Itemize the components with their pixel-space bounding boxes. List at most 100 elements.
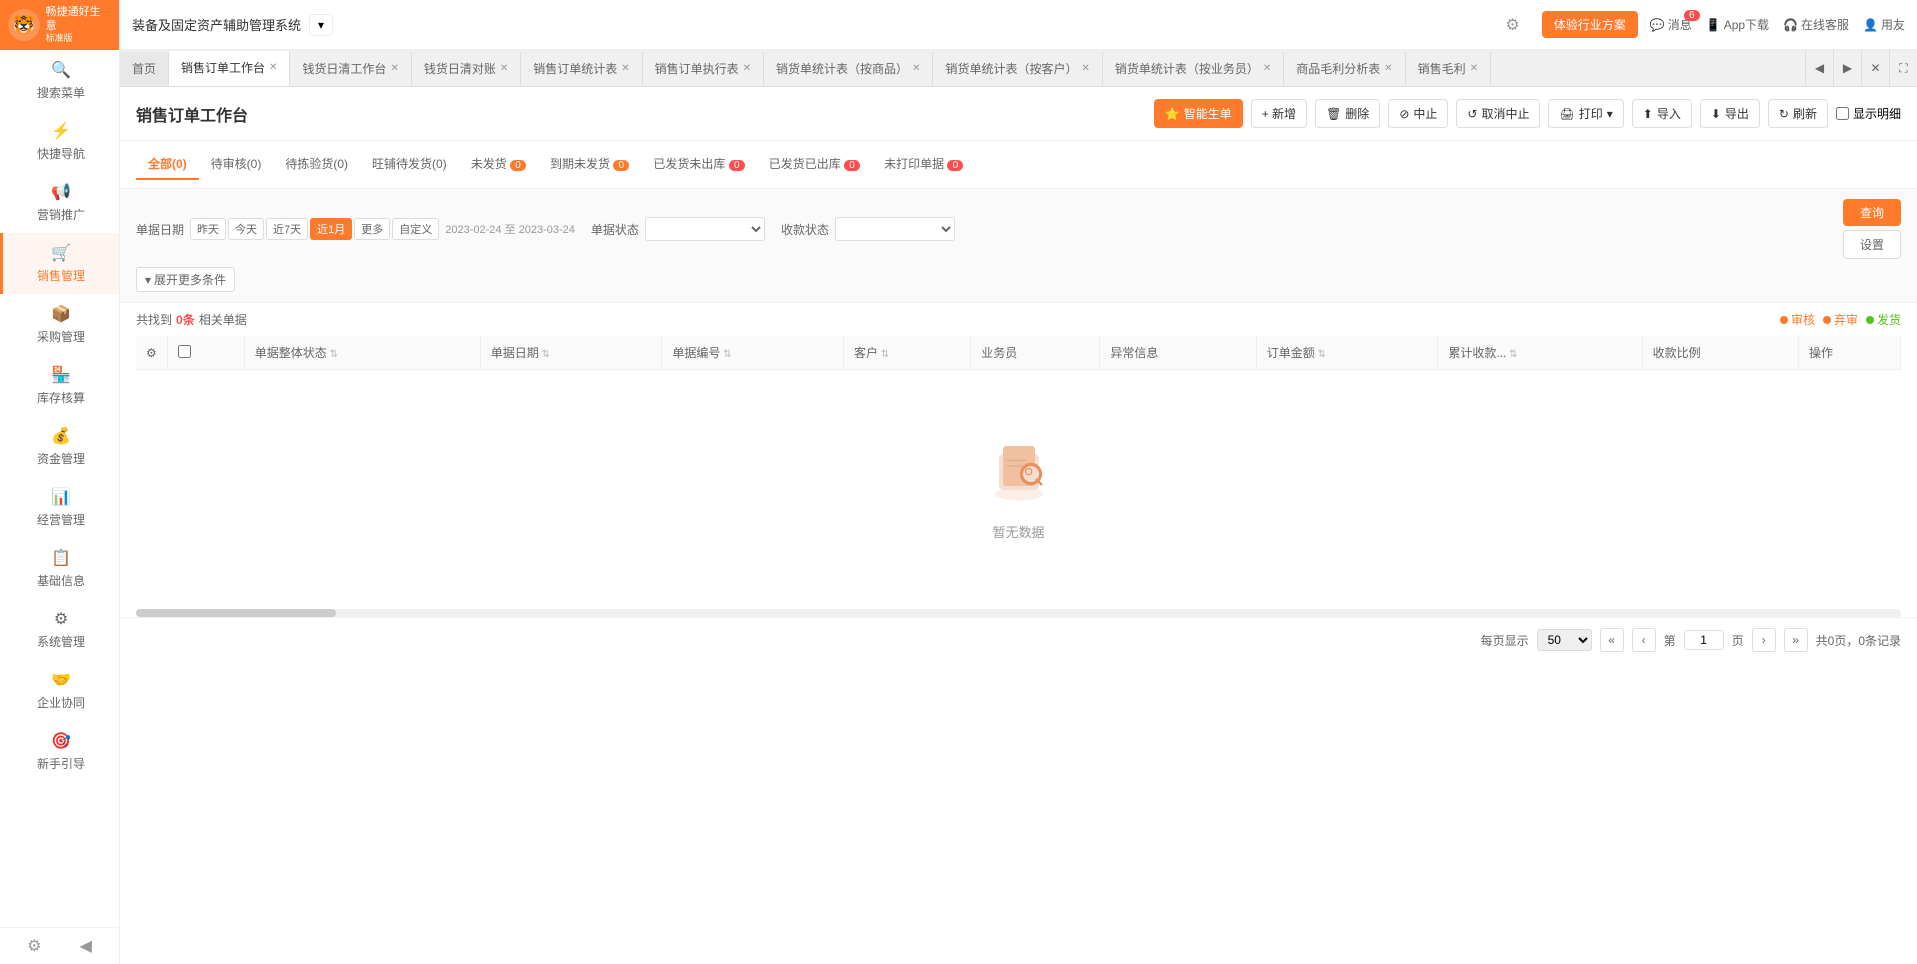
last-page-button[interactable]: »	[1784, 628, 1808, 652]
tab-close-icon[interactable]: ✕	[743, 63, 751, 74]
col-date[interactable]: 单据日期	[480, 336, 662, 370]
topbar-settings-button[interactable]: ⚙	[1495, 10, 1529, 40]
filter-tab-wangpu[interactable]: 旺铺待发货(0)	[360, 149, 459, 180]
tab-nav-prev-button[interactable]: ◀	[1805, 50, 1833, 86]
status-select[interactable]	[645, 217, 765, 241]
tab-expand-button[interactable]: ⛶	[1889, 50, 1917, 86]
add-button[interactable]: + 新增	[1251, 99, 1307, 128]
tab-close-icon[interactable]: ✕	[1263, 63, 1271, 74]
cancel-stop-button[interactable]: ↺ 取消中止	[1456, 99, 1540, 128]
col-amount[interactable]: 订单金额	[1256, 336, 1438, 370]
tab-sales-stats[interactable]: 销售订单统计表 ✕	[521, 52, 642, 85]
show-detail-checkbox[interactable]	[1836, 107, 1849, 120]
online-service-button[interactable]: 🎧 在线客服	[1783, 16, 1849, 33]
smart-create-button[interactable]: ⭐ 智能生单	[1154, 99, 1243, 128]
col-customer[interactable]: 客户	[844, 336, 971, 370]
date-btn-today[interactable]: 今天	[228, 218, 264, 240]
search-setting-button[interactable]: 设置	[1843, 230, 1901, 259]
stop-button[interactable]: ⊘ 中止	[1388, 99, 1448, 128]
batch-cancel-review-button[interactable]: 弃审	[1823, 311, 1858, 328]
system-dropdown-button[interactable]: ▾	[309, 14, 333, 36]
messages-button[interactable]: 💬 消息 6	[1650, 16, 1692, 33]
first-page-button[interactable]: «	[1600, 628, 1624, 652]
tab-home[interactable]: 首页	[120, 52, 169, 85]
date-btn-7days[interactable]: 近7天	[266, 218, 308, 240]
app-download-button[interactable]: 📱 App下载	[1706, 16, 1769, 33]
tab-nav-next-button[interactable]: ▶	[1833, 50, 1861, 86]
tab-close-icon[interactable]: ✕	[500, 63, 508, 74]
sidebar-collapse-button[interactable]: ◀	[80, 936, 92, 956]
tabbar: 首页 销售订单工作台 ✕ 钱货日清工作台 ✕ 钱货日清对账 ✕ 销售订单统计表 …	[120, 50, 1917, 87]
app-logo: 🐯 畅捷通好生意 标准版	[0, 0, 119, 50]
sidebar-item-quick-nav[interactable]: ⚡ 快捷导航	[0, 111, 119, 172]
scrollbar-thumb[interactable]	[136, 609, 336, 617]
per-page-select[interactable]: 50 10 20 100	[1537, 629, 1592, 651]
tab-sales-staff[interactable]: 销货单统计表（按业务员） ✕	[1103, 52, 1284, 85]
tab-sales-product[interactable]: 销货单统计表（按商品） ✕	[764, 52, 933, 85]
select-all-checkbox[interactable]	[178, 345, 191, 358]
filter-tab-shipped-out[interactable]: 已发货已出库 0	[757, 149, 872, 180]
tab-sales-exec[interactable]: 销售订单执行表 ✕	[643, 52, 764, 85]
sidebar-item-guide[interactable]: 🎯 新手引导	[0, 721, 119, 782]
sidebar-item-base-info[interactable]: 📋 基础信息	[0, 538, 119, 599]
sidebar-item-system[interactable]: ⚙ 系统管理	[0, 599, 119, 660]
sidebar-item-finance[interactable]: 💰 资金管理	[0, 416, 119, 477]
industry-solution-button[interactable]: 体验行业方案	[1542, 11, 1638, 38]
sidebar-item-purchase[interactable]: 📦 采购管理	[0, 294, 119, 355]
col-received[interactable]: 累计收款...	[1438, 336, 1642, 370]
tab-close-icon[interactable]: ✕	[621, 63, 629, 74]
sidebar-item-sales[interactable]: 🛒 销售管理	[0, 233, 119, 294]
batch-review-button[interactable]: 审核	[1780, 311, 1815, 328]
tab-sales-revenue[interactable]: 销售毛利 ✕	[1406, 52, 1491, 85]
user-button[interactable]: 👤 用友	[1863, 16, 1905, 33]
print-button[interactable]: 🖨 打印 ▾	[1548, 99, 1623, 128]
sidebar-item-search[interactable]: 🔍 搜索菜单	[0, 50, 119, 111]
filter-tab-overdue[interactable]: 到期未发货 0	[538, 149, 641, 180]
col-settings[interactable]: ⚙	[136, 336, 167, 370]
query-button[interactable]: 查询	[1843, 199, 1901, 226]
tab-close-icon[interactable]: ✕	[1470, 63, 1478, 74]
tab-margin-analysis[interactable]: 商品毛利分析表 ✕	[1284, 52, 1405, 85]
filter-tab-all[interactable]: 全部(0)	[136, 149, 199, 180]
show-detail-label[interactable]: 显示明细	[1836, 105, 1901, 122]
tab-cash-reconcile[interactable]: 钱货日清对账 ✕	[412, 52, 521, 85]
sidebar-item-marketing[interactable]: 📢 营销推广	[0, 172, 119, 233]
inventory-icon: 🏪	[51, 365, 71, 385]
sidebar-item-enterprise[interactable]: 🤝 企业协同	[0, 660, 119, 721]
filter-tab-shipped-not-out[interactable]: 已发货未出库 0	[641, 149, 756, 180]
sidebar-item-inventory[interactable]: 🏪 库存核算	[0, 355, 119, 416]
sidebar-settings-button[interactable]: ⚙	[27, 936, 41, 956]
page-input[interactable]	[1684, 630, 1724, 650]
import-button[interactable]: ⬆ 导入	[1632, 99, 1692, 128]
tab-sales-customer[interactable]: 销货单统计表（按客户） ✕	[933, 52, 1102, 85]
date-btn-yesterday[interactable]: 昨天	[190, 218, 226, 240]
next-page-button[interactable]: ›	[1752, 628, 1776, 652]
expand-conditions-button[interactable]: ▾ 展开更多条件	[136, 267, 235, 292]
refresh-button[interactable]: ↻ 刷新	[1768, 99, 1828, 128]
payment-select[interactable]	[835, 217, 955, 241]
tab-close-icon[interactable]: ✕	[1081, 63, 1089, 74]
prev-page-button[interactable]: ‹	[1632, 628, 1656, 652]
tab-close-icon[interactable]: ✕	[912, 63, 920, 74]
batch-ship-button[interactable]: 发货	[1866, 311, 1901, 328]
col-number[interactable]: 单据编号	[662, 336, 844, 370]
filter-tab-pending-inspect[interactable]: 待拣验货(0)	[273, 149, 360, 180]
export-button[interactable]: ⬇ 导出	[1700, 99, 1760, 128]
col-status[interactable]: 单据整体状态	[244, 336, 480, 370]
filter-tab-unprinted[interactable]: 未打印单据 0	[872, 149, 975, 180]
tab-sales-order-workbench[interactable]: 销售订单工作台 ✕	[169, 51, 290, 86]
date-btn-custom[interactable]: 自定义	[392, 218, 439, 240]
tab-close-icon[interactable]: ✕	[1384, 63, 1392, 74]
horizontal-scrollbar[interactable]	[136, 609, 1901, 617]
col-checkbox[interactable]	[167, 336, 244, 370]
date-btn-more[interactable]: 更多	[354, 218, 390, 240]
filter-tab-pending-review[interactable]: 待审核(0)	[199, 149, 274, 180]
tab-close-icon[interactable]: ✕	[390, 63, 398, 74]
sidebar-item-operations[interactable]: 📊 经营管理	[0, 477, 119, 538]
delete-button[interactable]: 🗑 删除	[1315, 99, 1380, 128]
tab-close-all-button[interactable]: ✕	[1861, 50, 1889, 86]
tab-close-icon[interactable]: ✕	[269, 62, 277, 73]
date-btn-1month[interactable]: 近1月	[310, 218, 352, 240]
filter-tab-unshipped[interactable]: 未发货 0	[459, 149, 538, 180]
tab-cash-daily[interactable]: 钱货日清工作台 ✕	[290, 52, 411, 85]
